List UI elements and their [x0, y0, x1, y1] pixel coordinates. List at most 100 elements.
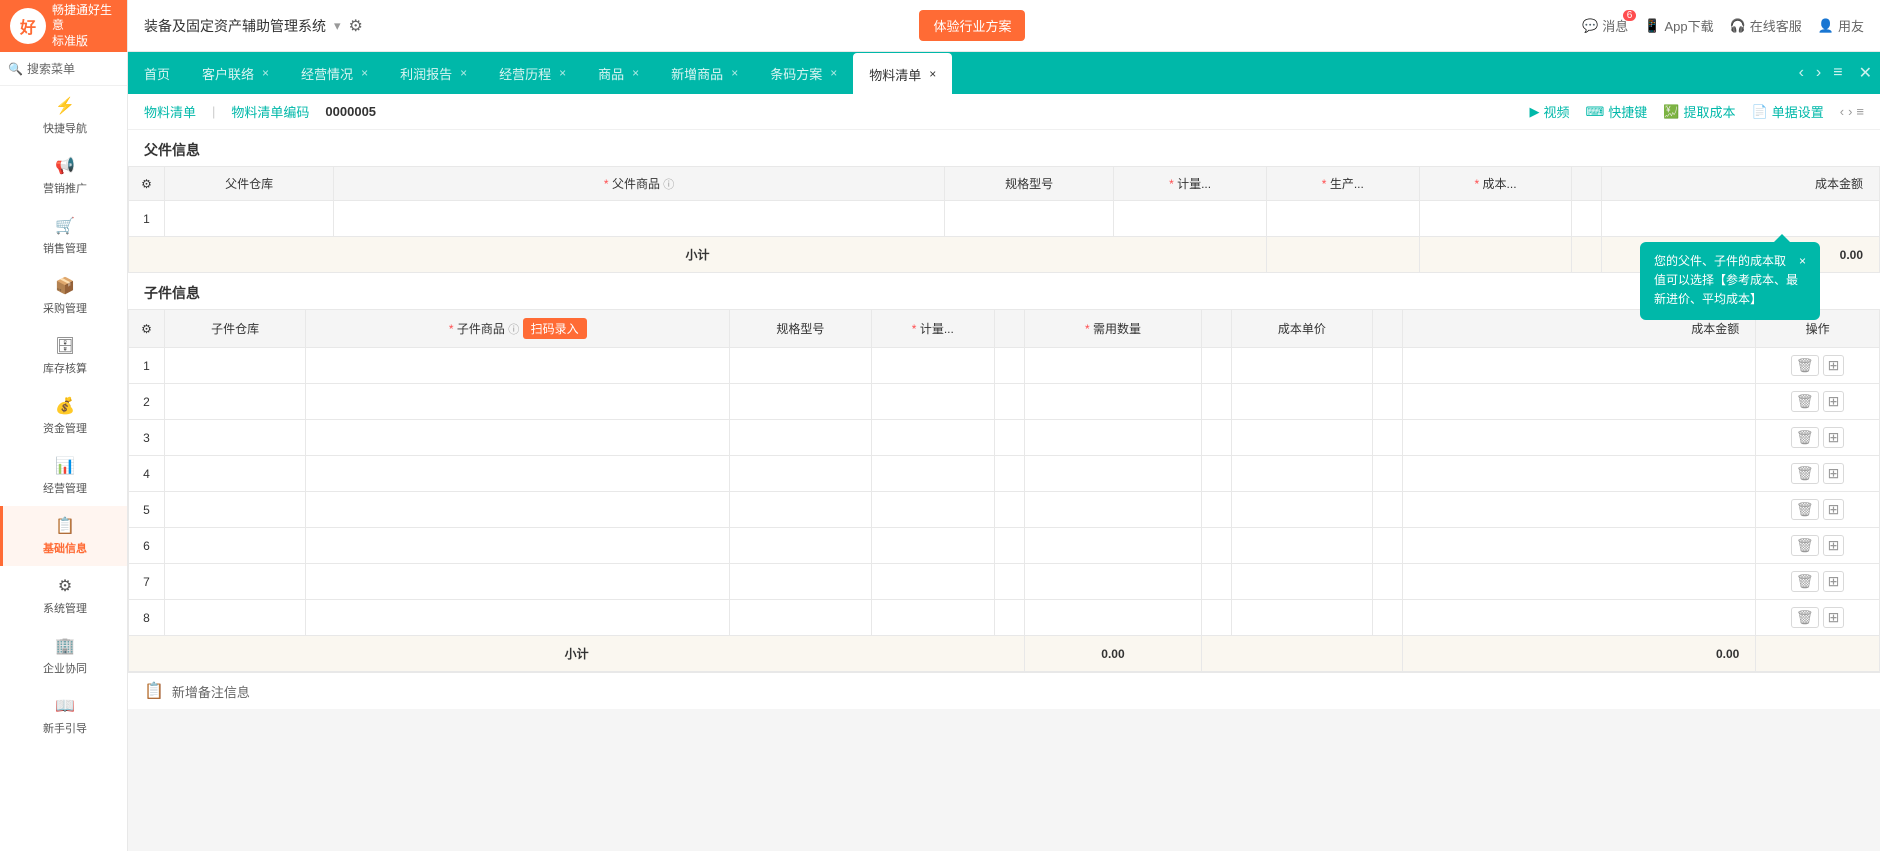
- child-row-7-unit[interactable]: [871, 564, 995, 600]
- tab-profit[interactable]: 利润报告 ×: [384, 52, 483, 94]
- child-row-7-product[interactable]: [306, 564, 730, 600]
- child-col-settings[interactable]: ⚙: [129, 310, 165, 348]
- copy-row-8-icon[interactable]: ⊞: [1823, 607, 1845, 628]
- child-row-5-cost-unit[interactable]: [1231, 492, 1372, 528]
- child-row-2-warehouse[interactable]: [165, 384, 306, 420]
- child-row-4-spec[interactable]: [730, 456, 871, 492]
- child-row-3-spec[interactable]: [730, 420, 871, 456]
- tooltip-close-button[interactable]: ×: [1799, 252, 1806, 271]
- copy-row-1-icon[interactable]: ⊞: [1823, 355, 1845, 376]
- child-row-1-unit[interactable]: [871, 348, 995, 384]
- delete-row-2-icon[interactable]: 🗑: [1791, 391, 1819, 412]
- app-download-item[interactable]: 📱 App下载: [1644, 16, 1713, 35]
- sidebar-item-enterprise[interactable]: 🏢 企业协同: [0, 626, 127, 686]
- child-row-4-cost-unit[interactable]: [1231, 456, 1372, 492]
- delete-row-5-icon[interactable]: 🗑: [1791, 499, 1819, 520]
- child-row-3-cost-unit[interactable]: [1231, 420, 1372, 456]
- child-row-1-quantity[interactable]: [1025, 348, 1202, 384]
- tab-close-profit[interactable]: ×: [460, 66, 467, 80]
- tab-nav-next[interactable]: ›: [1812, 64, 1825, 82]
- breadcrumb-bom[interactable]: 物料清单: [144, 102, 196, 121]
- copy-row-6-icon[interactable]: ⊞: [1823, 535, 1845, 556]
- tab-close-barcode[interactable]: ×: [830, 66, 837, 80]
- delete-row-3-icon[interactable]: 🗑: [1791, 427, 1819, 448]
- parent-row-1-spec[interactable]: [944, 201, 1113, 237]
- child-row-3-quantity[interactable]: [1025, 420, 1202, 456]
- parent-row-1-production[interactable]: [1266, 201, 1419, 237]
- child-row-5-spec[interactable]: [730, 492, 871, 528]
- copy-row-3-icon[interactable]: ⊞: [1823, 427, 1845, 448]
- trial-button[interactable]: 体验行业方案: [919, 10, 1025, 41]
- child-row-5-quantity[interactable]: [1025, 492, 1202, 528]
- footer-note-text[interactable]: 新增备注信息: [172, 682, 250, 701]
- child-row-4-product[interactable]: [306, 456, 730, 492]
- child-row-6-quantity[interactable]: [1025, 528, 1202, 564]
- parent-col-settings[interactable]: ⚙: [129, 167, 165, 201]
- child-row-1-warehouse[interactable]: [165, 348, 306, 384]
- scan-input-button[interactable]: 扫码录入: [523, 318, 587, 339]
- sidebar-item-quick-nav[interactable]: ⚡ 快捷导航: [0, 86, 127, 146]
- tab-close-operations[interactable]: ×: [361, 66, 368, 80]
- delete-row-8-icon[interactable]: 🗑: [1791, 607, 1819, 628]
- parent-row-1-warehouse[interactable]: [165, 201, 334, 237]
- tab-close-new-product[interactable]: ×: [731, 66, 738, 80]
- delete-row-7-icon[interactable]: 🗑: [1791, 571, 1819, 592]
- child-row-6-cost-unit[interactable]: [1231, 528, 1372, 564]
- parent-row-1-unit[interactable]: [1114, 201, 1267, 237]
- tab-close-all-icon[interactable]: ✕: [1851, 63, 1880, 83]
- list-view-icon[interactable]: ≡: [1856, 104, 1864, 119]
- child-row-4-unit[interactable]: [871, 456, 995, 492]
- child-row-2-spec[interactable]: [730, 384, 871, 420]
- child-row-6-product[interactable]: [306, 528, 730, 564]
- cost-button[interactable]: 💹 提取成本: [1663, 102, 1735, 121]
- tab-new-product[interactable]: 新增商品 ×: [655, 52, 754, 94]
- tab-operations[interactable]: 经营情况 ×: [285, 52, 384, 94]
- tab-bom[interactable]: 物料清单 ×: [853, 53, 952, 94]
- child-row-7-quantity[interactable]: [1025, 564, 1202, 600]
- copy-row-5-icon[interactable]: ⊞: [1823, 499, 1845, 520]
- delete-row-6-icon[interactable]: 🗑: [1791, 535, 1819, 556]
- child-row-5-unit[interactable]: [871, 492, 995, 528]
- copy-row-4-icon[interactable]: ⊞: [1823, 463, 1845, 484]
- parent-row-1-cost[interactable]: [1419, 201, 1572, 237]
- sidebar-item-operation[interactable]: 📊 经营管理: [0, 446, 127, 506]
- messages-item[interactable]: 💬 消息 6: [1582, 16, 1628, 35]
- view-video-button[interactable]: ▶ 视频: [1530, 102, 1570, 121]
- child-row-8-product[interactable]: [306, 600, 730, 636]
- shortcut-button[interactable]: ⌨ 快捷键: [1586, 102, 1648, 121]
- copy-row-2-icon[interactable]: ⊞: [1823, 391, 1845, 412]
- tab-barcode[interactable]: 条码方案 ×: [754, 52, 853, 94]
- tab-history[interactable]: 经营历程 ×: [483, 52, 582, 94]
- user-item[interactable]: 👤 用友: [1818, 16, 1864, 35]
- sidebar-item-system[interactable]: ⚙ 系统管理: [0, 566, 127, 626]
- tab-close-bom[interactable]: ×: [929, 67, 936, 81]
- child-row-2-product[interactable]: [306, 384, 730, 420]
- child-row-3-product[interactable]: [306, 420, 730, 456]
- tab-nav-prev[interactable]: ‹: [1791, 64, 1812, 82]
- tab-menu-icon[interactable]: ≡: [1825, 64, 1850, 82]
- child-row-8-quantity[interactable]: [1025, 600, 1202, 636]
- sidebar-item-guide[interactable]: 📖 新手引导: [0, 686, 127, 746]
- copy-row-7-icon[interactable]: ⊞: [1823, 571, 1845, 592]
- sidebar-item-basic-info[interactable]: 📋 基础信息: [0, 506, 127, 566]
- parent-row-1-product[interactable]: [334, 201, 945, 237]
- child-row-8-cost-unit[interactable]: [1231, 600, 1372, 636]
- child-row-5-product[interactable]: [306, 492, 730, 528]
- child-row-2-quantity[interactable]: [1025, 384, 1202, 420]
- dropdown-arrow-icon[interactable]: ▾: [334, 18, 341, 34]
- sidebar-item-purchase[interactable]: 📦 采购管理: [0, 266, 127, 326]
- child-row-3-unit[interactable]: [871, 420, 995, 456]
- sidebar-item-marketing[interactable]: 📢 营销推广: [0, 146, 127, 206]
- child-row-4-quantity[interactable]: [1025, 456, 1202, 492]
- child-row-1-cost-unit[interactable]: [1231, 348, 1372, 384]
- child-row-7-spec[interactable]: [730, 564, 871, 600]
- tab-close-customers[interactable]: ×: [262, 66, 269, 80]
- tab-close-history[interactable]: ×: [559, 66, 566, 80]
- sidebar-item-sales[interactable]: 🛒 销售管理: [0, 206, 127, 266]
- child-row-2-unit[interactable]: [871, 384, 995, 420]
- child-row-1-spec[interactable]: [730, 348, 871, 384]
- child-row-5-warehouse[interactable]: [165, 492, 306, 528]
- online-service-item[interactable]: 🎧 在线客服: [1730, 16, 1802, 35]
- child-row-6-unit[interactable]: [871, 528, 995, 564]
- tab-products[interactable]: 商品 ×: [582, 52, 655, 94]
